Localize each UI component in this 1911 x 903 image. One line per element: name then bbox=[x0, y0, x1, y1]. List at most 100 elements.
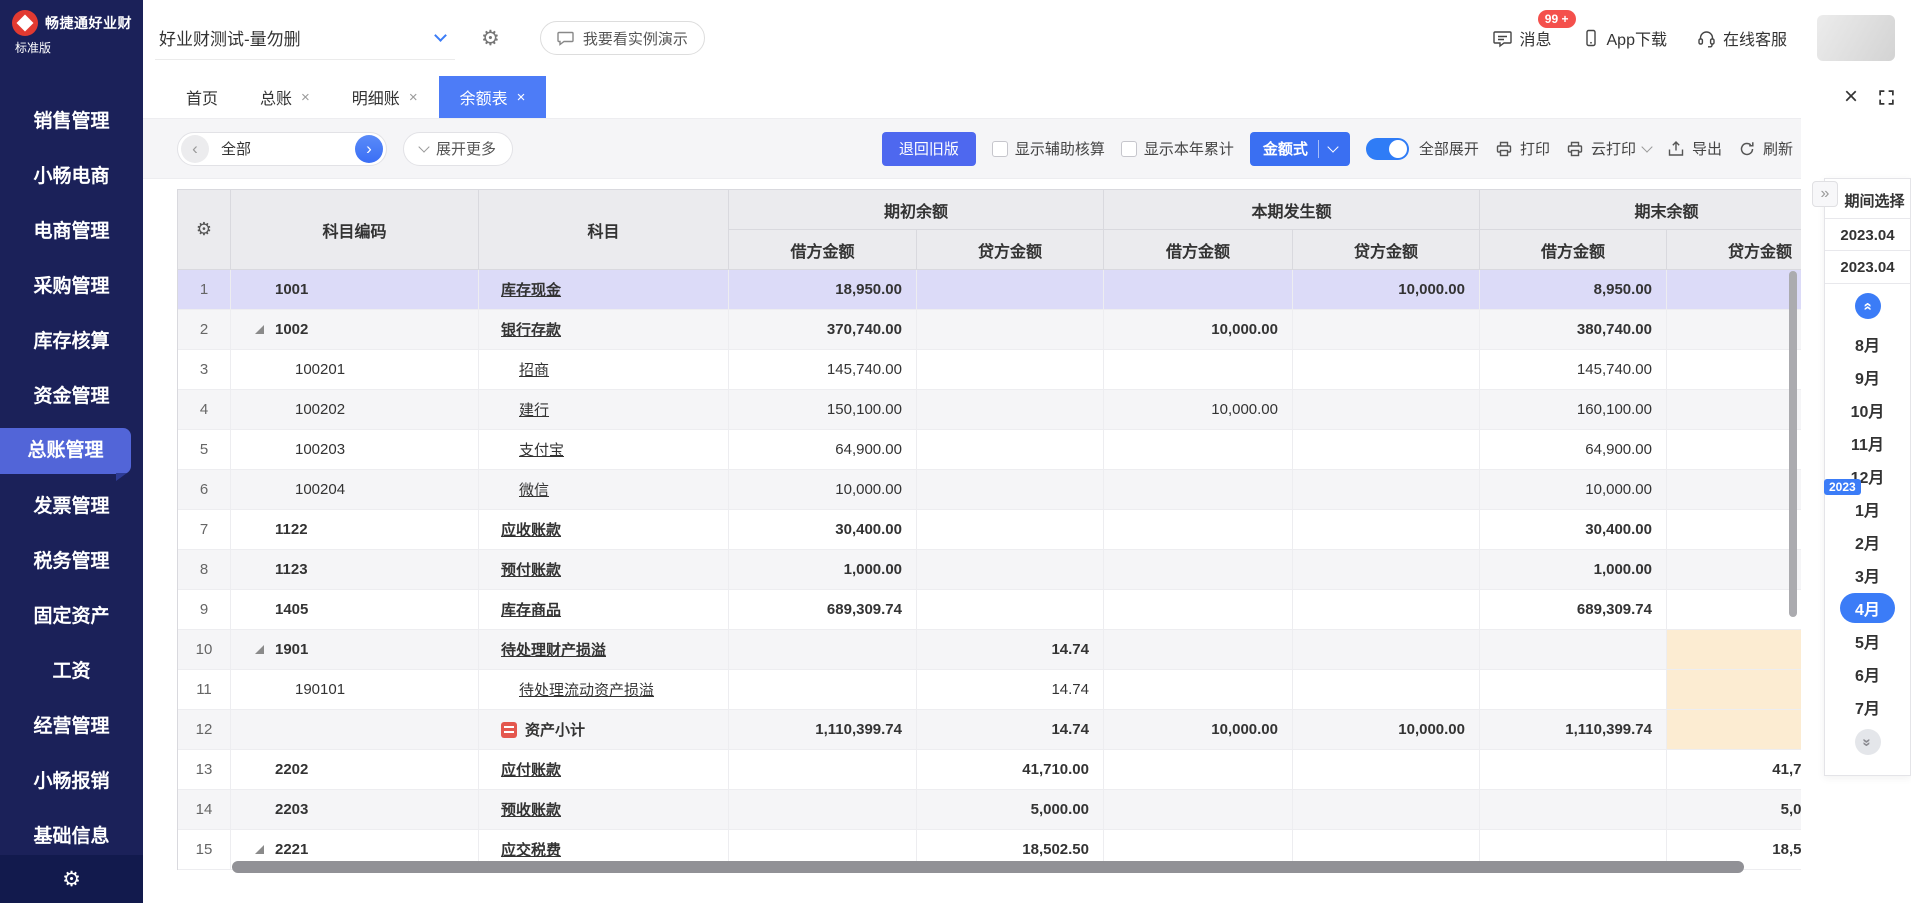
table-row-9[interactable]: 9 1405 库存商品 689,309.74 689,309.74 bbox=[178, 590, 1801, 630]
account-code-cell: 2202 bbox=[231, 750, 479, 790]
sidebar-item-8[interactable]: 发票管理 bbox=[0, 479, 143, 534]
expand-toggle-icon[interactable] bbox=[255, 644, 264, 654]
sidebar-item-1[interactable]: 销售管理 bbox=[0, 94, 143, 149]
app-download-button[interactable]: App下载 bbox=[1582, 26, 1667, 50]
sidebar-item-11[interactable]: 工资 bbox=[0, 644, 143, 699]
column-settings-gear-icon[interactable]: ⚙ bbox=[196, 219, 212, 240]
sidebar-item-12[interactable]: 经营管理 bbox=[0, 699, 143, 754]
month-2月[interactable]: 2月 bbox=[1825, 525, 1910, 558]
account-link[interactable]: 微信 bbox=[519, 479, 549, 500]
tab-4[interactable]: 余额表 × bbox=[438, 76, 547, 118]
month-5月[interactable]: 5月 bbox=[1825, 624, 1910, 657]
month-1月[interactable]: 1月 bbox=[1825, 492, 1910, 525]
period-date-to[interactable]: 2023.04 bbox=[1825, 251, 1910, 284]
account-link[interactable]: 银行存款 bbox=[501, 319, 561, 340]
sidebar-item-9[interactable]: 税务管理 bbox=[0, 534, 143, 589]
online-service-button[interactable]: 在线客服 bbox=[1697, 26, 1787, 50]
messages-button[interactable]: 消息 99 + bbox=[1493, 10, 1576, 50]
account-link[interactable]: 应交税费 bbox=[501, 839, 561, 860]
export-button[interactable]: 导出 bbox=[1667, 138, 1722, 159]
account-link[interactable]: 招商 bbox=[519, 359, 549, 380]
table-row-2[interactable]: 2 1002 银行存款 370,740.00 10,000.00 380,740.00 bbox=[178, 310, 1801, 350]
table-row-8[interactable]: 8 1123 预付账款 1,000.00 1,000.00 bbox=[178, 550, 1801, 590]
account-link[interactable]: 应付账款 bbox=[501, 759, 561, 780]
month-4月[interactable]: 4月 bbox=[1825, 591, 1910, 624]
demo-link[interactable]: 我要看实例演示 bbox=[539, 21, 705, 55]
account-link[interactable]: 建行 bbox=[519, 399, 549, 420]
month-8月[interactable]: 8月 bbox=[1825, 327, 1910, 360]
close-panel-icon[interactable]: × bbox=[1844, 85, 1858, 109]
refresh-button[interactable]: 刷新 bbox=[1738, 138, 1793, 159]
expand-all-toggle[interactable] bbox=[1365, 137, 1409, 160]
sidebar-item-2[interactable]: 小畅电商 bbox=[0, 149, 143, 204]
month-9月[interactable]: 9月 bbox=[1825, 360, 1910, 393]
tab-3[interactable]: 明细账 × bbox=[331, 76, 439, 118]
cloud-print-button[interactable]: 云打印 bbox=[1566, 138, 1653, 159]
sidebar-item-4[interactable]: 采购管理 bbox=[0, 259, 143, 314]
show-ytd-checkbox[interactable]: 显示本年累计 bbox=[1120, 138, 1234, 159]
account-link[interactable]: 库存商品 bbox=[501, 599, 561, 620]
sidebar-settings-gear-icon[interactable]: ⚙ bbox=[62, 867, 81, 892]
scroll-months-up-icon[interactable]: » bbox=[1854, 293, 1881, 319]
user-avatar[interactable] bbox=[1817, 15, 1895, 61]
account-link[interactable]: 预收账款 bbox=[501, 799, 561, 820]
account-select[interactable]: 好业财测试-量勿删 bbox=[155, 16, 455, 60]
table-row-10[interactable]: 10 1901 待处理财产损溢 14.74 bbox=[178, 630, 1801, 670]
table-row-3[interactable]: 3 100201 招商 145,740.00 145,740.00 bbox=[178, 350, 1801, 390]
table-row-11[interactable]: 11 190101 待处理流动资产损溢 14.74 bbox=[178, 670, 1801, 710]
account-link[interactable]: 待处理流动资产损溢 bbox=[519, 679, 654, 700]
vertical-scrollbar[interactable] bbox=[1789, 271, 1797, 617]
checkbox-icon[interactable] bbox=[1120, 140, 1137, 157]
sidebar-item-13[interactable]: 小畅报销 bbox=[0, 754, 143, 809]
sidebar-item-6[interactable]: 资金管理 bbox=[0, 369, 143, 424]
scroll-months-down-icon[interactable]: » bbox=[1854, 729, 1881, 755]
opening-credit-cell bbox=[917, 510, 1104, 550]
collapse-panel-icon[interactable]: » bbox=[1812, 181, 1838, 207]
table-row-12[interactable]: 12 资产小计 1,110,399.74 14.74 10,000.00 10,000.0… bbox=[178, 710, 1801, 750]
topbar-settings-gear-icon[interactable]: ⚙ bbox=[481, 26, 500, 51]
sidebar-item-5[interactable]: 库存核算 bbox=[0, 314, 143, 369]
col-header-ending-credit: 贷方金额 bbox=[1667, 230, 1801, 270]
scope-selector[interactable]: ‹ 全部 › bbox=[177, 131, 387, 166]
account-link[interactable]: 应收账款 bbox=[501, 519, 561, 540]
show-aux-checkbox[interactable]: 显示辅助核算 bbox=[991, 138, 1105, 159]
expand-toggle-icon[interactable] bbox=[255, 324, 264, 334]
tab-2[interactable]: 总账 × bbox=[239, 76, 331, 118]
account-link[interactable]: 支付宝 bbox=[519, 439, 564, 460]
month-6月[interactable]: 6月 bbox=[1825, 657, 1910, 690]
table-row-7[interactable]: 7 1122 应收账款 30,400.00 30,400.00 bbox=[178, 510, 1801, 550]
table-row-6[interactable]: 6 100204 微信 10,000.00 10,000.00 bbox=[178, 470, 1801, 510]
col-header-opening-credit: 贷方金额 bbox=[917, 230, 1104, 270]
scope-next-icon[interactable]: › bbox=[355, 134, 383, 163]
horizontal-scrollbar[interactable] bbox=[232, 861, 1744, 873]
tab-1[interactable]: 首页 bbox=[165, 76, 239, 118]
tab-close-icon[interactable]: × bbox=[517, 89, 526, 106]
checkbox-icon[interactable] bbox=[991, 140, 1008, 157]
month-label: 2月 bbox=[1855, 535, 1880, 553]
back-to-old-button[interactable]: 退回旧版 bbox=[881, 131, 976, 166]
sidebar-item-7[interactable]: 总账管理 bbox=[0, 428, 131, 481]
month-3月[interactable]: 3月 bbox=[1825, 558, 1910, 591]
table-row-5[interactable]: 5 100203 支付宝 64,900.00 64,900.00 bbox=[178, 430, 1801, 470]
scope-prev-icon[interactable]: ‹ bbox=[181, 134, 209, 163]
account-link[interactable]: 待处理财产损溢 bbox=[501, 639, 606, 660]
account-link[interactable]: 预付账款 bbox=[501, 559, 561, 580]
expand-more-button[interactable]: 展开更多 bbox=[403, 131, 514, 166]
maximize-icon[interactable] bbox=[1878, 89, 1895, 106]
table-row-14[interactable]: 14 2203 预收账款 5,000.00 5,000.00 bbox=[178, 790, 1801, 830]
tab-close-icon[interactable]: × bbox=[409, 89, 418, 106]
sidebar-item-10[interactable]: 固定资产 bbox=[0, 589, 143, 644]
table-row-4[interactable]: 4 100202 建行 150,100.00 10,000.00 160,100.00 bbox=[178, 390, 1801, 430]
account-link[interactable]: 库存现金 bbox=[501, 279, 561, 300]
amount-style-button[interactable]: 金额式 bbox=[1249, 131, 1350, 166]
month-10月[interactable]: 10月 bbox=[1825, 393, 1910, 426]
month-11月[interactable]: 11月 bbox=[1825, 426, 1910, 459]
expand-toggle-icon[interactable] bbox=[255, 844, 264, 854]
period-date-from[interactable]: 2023.04 bbox=[1825, 218, 1910, 251]
table-row-1[interactable]: 1 1001 库存现金 18,950.00 10,000.00 8,950.00 bbox=[178, 270, 1801, 310]
sidebar-item-3[interactable]: 电商管理 bbox=[0, 204, 143, 259]
tab-close-icon[interactable]: × bbox=[301, 89, 310, 106]
table-row-13[interactable]: 13 2202 应付账款 41,710.00 41,710.00 bbox=[178, 750, 1801, 790]
print-button[interactable]: 打印 bbox=[1495, 138, 1550, 159]
month-7月[interactable]: 7月 bbox=[1825, 690, 1910, 723]
